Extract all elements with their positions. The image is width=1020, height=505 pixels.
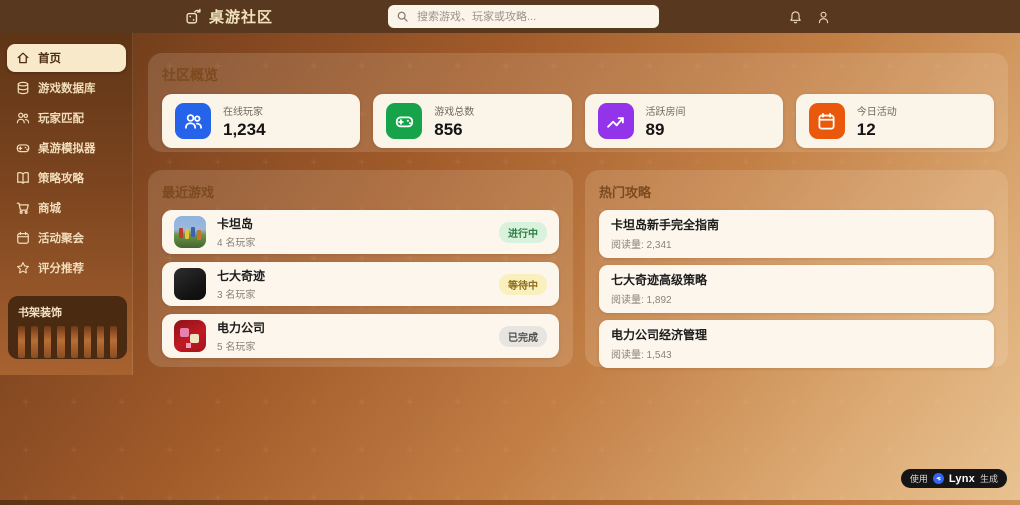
lynx-badge-suffix: 生成	[979, 474, 998, 484]
stat-value: 12	[856, 119, 876, 139]
sidebar-item-label: 商城	[38, 203, 61, 215]
calendar-icon	[17, 231, 29, 244]
user-icon	[818, 11, 828, 23]
game-thumbnail	[174, 320, 206, 352]
sidebar-item-label: 活动聚会	[38, 233, 84, 245]
users-icon	[175, 103, 211, 139]
guide-reads: 阅读量: 1,892	[611, 295, 672, 306]
game-name: 卡坦岛	[217, 217, 254, 231]
stat-value: 89	[645, 119, 665, 139]
game-players: 3 名玩家	[217, 290, 256, 301]
gamepad-icon	[16, 144, 30, 153]
sidebar-item-label: 策略攻略	[38, 173, 84, 185]
lynx-badge-prefix: 使用	[909, 474, 928, 484]
game-name: 七大奇迹	[217, 269, 266, 283]
popular-guides-panel: 热门攻略 卡坦岛新手完全指南 阅读量: 2,341 七大奇迹高级策略 阅读量: …	[585, 170, 1008, 368]
stat-label: 活跃房间	[645, 106, 686, 118]
search-icon	[397, 11, 408, 22]
game-row-powergrid[interactable]: 电力公司 5 名玩家 已完成	[162, 314, 559, 358]
cart-icon	[16, 202, 29, 214]
stat-label: 游戏总数	[434, 106, 475, 118]
home-icon	[17, 52, 29, 64]
guide-card[interactable]: 电力公司经济管理 阅读量: 1,543	[599, 320, 994, 368]
guide-reads: 阅读量: 2,341	[611, 240, 672, 251]
guide-title: 七大奇迹高级策略	[611, 273, 708, 287]
calendar-icon	[808, 103, 845, 139]
guide-title: 电力公司经济管理	[611, 328, 708, 342]
search-input[interactable]	[415, 9, 651, 24]
sidebar-item-strategy[interactable]: 策略攻略	[7, 164, 126, 192]
brand: 桌游社区	[185, 0, 273, 33]
sidebar-item-events[interactable]: 活动聚会	[7, 224, 126, 252]
sidebar-item-ratings[interactable]: 评分推荐	[7, 254, 126, 282]
game-row-catan[interactable]: 卡坦岛 4 名玩家 进行中	[162, 210, 559, 254]
sidebar-item-label: 评分推荐	[38, 263, 84, 275]
star-icon	[17, 262, 29, 274]
users-icon	[16, 112, 30, 124]
stat-label: 在线玩家	[223, 106, 263, 118]
game-name: 电力公司	[217, 321, 266, 335]
sidebar: 首页 游戏数据库 玩家匹配 桌游模拟器 策略攻略 商城 活动聚会 评分推荐 书架…	[0, 33, 133, 375]
guide-reads: 阅读量: 1,543	[611, 350, 672, 361]
lynx-badge-brand: Lynx	[948, 472, 975, 485]
sidebar-item-label: 玩家匹配	[38, 113, 84, 125]
game-row-7wonders[interactable]: 七大奇迹 3 名玩家 等待中	[162, 262, 559, 306]
sidebar-item-label: 桌游模拟器	[38, 143, 96, 155]
overview-title: 社区概览	[162, 67, 218, 83]
bell-icon	[789, 10, 801, 23]
search-box[interactable]	[388, 5, 659, 28]
game-players: 5 名玩家	[217, 342, 256, 353]
game-thumbnail	[174, 268, 206, 300]
stat-card-online-players: 在线玩家 1,234	[162, 94, 361, 148]
bookshelf-title: 书架装饰	[18, 307, 62, 319]
popular-guides-title: 热门攻略	[599, 185, 652, 200]
overview-panel: 社区概览 在线玩家 1,234 游戏总数 856 活跃房间 89 今日活动 12	[148, 53, 1008, 152]
game-players: 4 名玩家	[217, 238, 256, 249]
lynx-logo-icon	[932, 473, 944, 484]
sidebar-item-simulator[interactable]: 桌游模拟器	[7, 134, 126, 162]
status-badge: 进行中	[499, 221, 547, 243]
sidebar-item-player-matching[interactable]: 玩家匹配	[7, 104, 126, 132]
sidebar-item-home[interactable]: 首页	[7, 44, 126, 72]
dice-logo-icon	[186, 8, 201, 24]
open-book-icon	[17, 172, 29, 184]
app-title: 桌游社区	[209, 9, 274, 26]
sidebar-item-game-database[interactable]: 游戏数据库	[7, 74, 126, 102]
guide-card[interactable]: 卡坦岛新手完全指南 阅读量: 2,341	[599, 210, 994, 258]
stat-card-active-rooms: 活跃房间 89	[584, 94, 783, 148]
gamepad-icon	[386, 103, 423, 139]
trending-up-icon	[597, 103, 634, 139]
sidebar-item-label: 游戏数据库	[38, 83, 96, 95]
guide-title: 卡坦岛新手完全指南	[611, 218, 720, 232]
recent-games-panel: 最近游戏 卡坦岛 4 名玩家 进行中 七大奇迹 3 名玩家 等待中 电力公司 5…	[148, 170, 573, 367]
lynx-badge[interactable]: 使用 Lynx 生成	[900, 469, 1007, 488]
guide-card[interactable]: 七大奇迹高级策略 阅读量: 1,892	[599, 265, 994, 313]
status-badge: 已完成	[499, 325, 547, 347]
sidebar-item-label: 首页	[38, 53, 61, 65]
sidebar-item-shop[interactable]: 商城	[7, 194, 126, 222]
bookshelf-card: 书架装饰	[8, 296, 127, 359]
profile-button[interactable]	[814, 8, 832, 26]
stats-row: 在线玩家 1,234 游戏总数 856 活跃房间 89 今日活动 12	[162, 94, 994, 148]
database-icon	[17, 81, 29, 95]
status-badge: 等待中	[499, 273, 547, 295]
stat-label: 今日活动	[856, 106, 897, 118]
stat-value: 1,234	[223, 119, 266, 139]
book-spines	[18, 326, 117, 358]
stat-card-total-games: 游戏总数 856	[373, 94, 572, 148]
game-thumbnail	[174, 216, 206, 248]
stat-value: 856	[434, 119, 463, 139]
stat-card-today-events: 今日活动 12	[795, 94, 994, 148]
recent-games-title: 最近游戏	[162, 185, 215, 200]
notifications-button[interactable]	[786, 8, 804, 26]
top-bar: 桌游社区	[0, 0, 1020, 33]
